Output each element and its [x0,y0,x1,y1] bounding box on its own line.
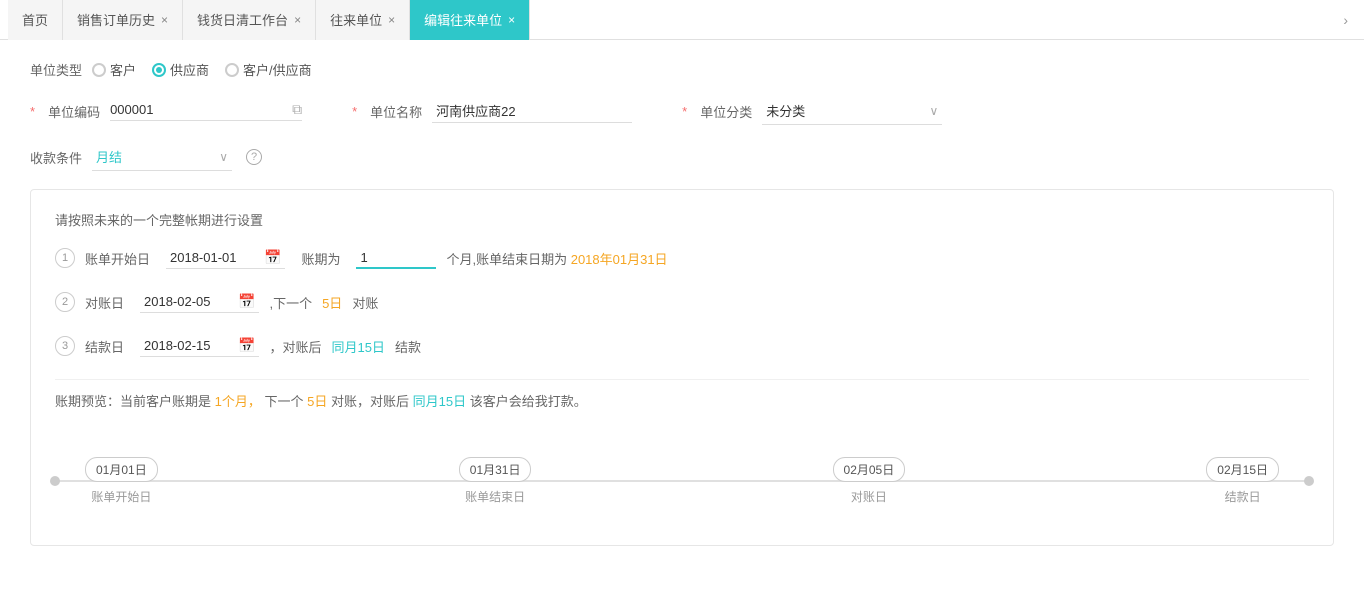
row-label-2: 对账日 [85,293,124,312]
date-input-field-2[interactable] [144,294,234,309]
timeline-point-2: 01月31日 账单结束日 [459,457,532,505]
calendar-icon-2[interactable]: 📅 [238,293,255,310]
radio-customer[interactable]: 客户 [92,60,136,79]
timeline-point-3: 02月05日 对账日 [833,457,906,505]
unit-class-value: 未分类 [766,101,923,120]
main-content: 单位类型 客户 供应商 客户/供应商 * 单位编码 ⧉ * 单位名称 [0,40,1364,608]
timeline-start-dot [50,476,60,486]
timeline-point-1: 01月01日 账单开始日 [85,457,158,505]
unit-name-input[interactable] [432,99,632,123]
date-input-3: 📅 [140,335,259,357]
period-suffix-1: 个月,账单结束日期为 2018年01月31日 [446,249,667,268]
payment-terms-label: 收款条件 [30,148,82,167]
unit-code-input[interactable] [110,102,286,117]
preview-section: 账期预览：当前客户账期是 1个月， 下一个 5日 对账，对账后 同月15日 该客… [55,379,1309,525]
unit-type-radio-group: 客户 供应商 客户/供应商 [92,60,312,79]
desc-suffix-3: 结款 [395,337,421,356]
unit-class-select[interactable]: 未分类 ∨ [762,97,942,125]
preview-highlight3: 同月15日 [413,394,466,409]
panel-title: 请按照未来的一个完整帐期进行设置 [55,210,1309,229]
close-tab-partner-icon[interactable]: × [388,13,395,27]
tl-bubble-4: 02月15日 [1206,457,1279,482]
unit-class-dropdown-icon: ∨ [929,104,938,118]
close-tab-sales-icon[interactable]: × [161,13,168,27]
unit-details-row: * 单位编码 ⧉ * 单位名称 * 单位分类 未分类 ∨ [30,97,1334,125]
payment-terms-dropdown-icon: ∨ [219,150,228,164]
tab-cash-work[interactable]: 钱货日清工作台 × [183,0,316,40]
date-input-field-1[interactable] [170,250,260,265]
timeline-points: 01月01日 账单开始日 01月31日 账单结束日 02月05日 对账日 02月… [85,457,1279,505]
period-label-1: 账期为 [301,249,340,268]
close-tab-cash-icon[interactable]: × [294,13,301,27]
calendar-icon-1[interactable]: 📅 [264,249,281,266]
timeline-container: 01月01日 账单开始日 01月31日 账单结束日 02月05日 对账日 02月… [55,437,1309,525]
setting-row-1: 1 账单开始日 📅 账期为 个月,账单结束日期为 2018年01月31日 [55,247,1309,269]
setting-row-3: 3 结款日 📅 ，对账后 同月15日 结款 [55,335,1309,357]
desc-prefix-3: ，对账后 [269,337,321,356]
row-num-3: 3 [55,336,75,356]
radio-supplier[interactable]: 供应商 [152,60,209,79]
unit-type-row: 单位类型 客户 供应商 客户/供应商 [30,60,1334,79]
radio-circle-supplier [152,63,166,77]
desc-highlight-2: 5日 [322,293,342,312]
row-label-1: 账单开始日 [85,249,150,268]
unit-code-field: ⧉ [110,101,302,121]
preview-text: 账期预览：当前客户账期是 1个月， 下一个 5日 对账，对账后 同月15日 该客… [55,390,1309,413]
close-tab-edit-icon[interactable]: × [508,13,515,27]
settings-panel: 请按照未来的一个完整帐期进行设置 1 账单开始日 📅 账期为 个月,账单结束日期… [30,189,1334,546]
tl-label-2: 账单结束日 [465,488,525,505]
payment-terms-value: 月结 [96,147,213,166]
payment-terms-select[interactable]: 月结 ∨ [92,143,232,171]
timeline-point-4: 02月15日 结款日 [1206,457,1279,505]
payment-terms-help-icon[interactable]: ? [246,149,262,165]
date-input-field-3[interactable] [144,338,234,353]
unit-name-label: 单位名称 [370,102,422,121]
tab-edit-partner[interactable]: 编辑往来单位 × [410,0,530,40]
radio-circle-both [225,63,239,77]
required-star-class: * [682,104,687,119]
tab-bar: 首页 销售订单历史 × 钱货日清工作台 × 往来单位 × 编辑往来单位 × › [0,0,1364,40]
unit-type-label: 单位类型 [30,60,82,79]
copy-icon[interactable]: ⧉ [292,101,302,118]
tab-home[interactable]: 首页 [8,0,63,40]
period-input-1[interactable] [356,248,436,269]
required-star-name: * [352,104,357,119]
setting-row-2: 2 对账日 📅 ,下一个 5日 对账 [55,291,1309,313]
payment-terms-row: 收款条件 月结 ∨ ? [30,143,1334,171]
radio-circle-customer [92,63,106,77]
desc-prefix-2: ,下一个 [269,293,312,312]
date-input-2: 📅 [140,291,259,313]
calendar-icon-3[interactable]: 📅 [238,337,255,354]
tab-scroll-right[interactable]: › [1335,12,1356,28]
date-input-1: 📅 [166,247,285,269]
unit-code-label: 单位编码 [48,102,100,121]
tab-sales-order-history[interactable]: 销售订单历史 × [63,0,183,40]
tl-label-1: 账单开始日 [91,488,151,505]
tl-bubble-2: 01月31日 [459,457,532,482]
period-end-highlight-1: 2018年01月31日 [571,252,668,267]
row-num-1: 1 [55,248,75,268]
tl-bubble-3: 02月05日 [833,457,906,482]
tab-partner-unit[interactable]: 往来单位 × [316,0,410,40]
desc-suffix-2: 对账 [352,293,378,312]
row-label-3: 结款日 [85,337,124,356]
radio-both[interactable]: 客户/供应商 [225,60,312,79]
desc-highlight-3: 同月15日 [331,337,384,356]
tl-bubble-1: 01月01日 [85,457,158,482]
tl-label-4: 结款日 [1225,488,1261,505]
preview-highlight2: 5日 [307,394,327,409]
required-star-code: * [30,104,35,119]
unit-class-label: 单位分类 [700,102,752,121]
row-num-2: 2 [55,292,75,312]
preview-highlight1: 1个月， [215,394,261,409]
tl-label-3: 对账日 [851,488,887,505]
timeline-end-dot [1304,476,1314,486]
